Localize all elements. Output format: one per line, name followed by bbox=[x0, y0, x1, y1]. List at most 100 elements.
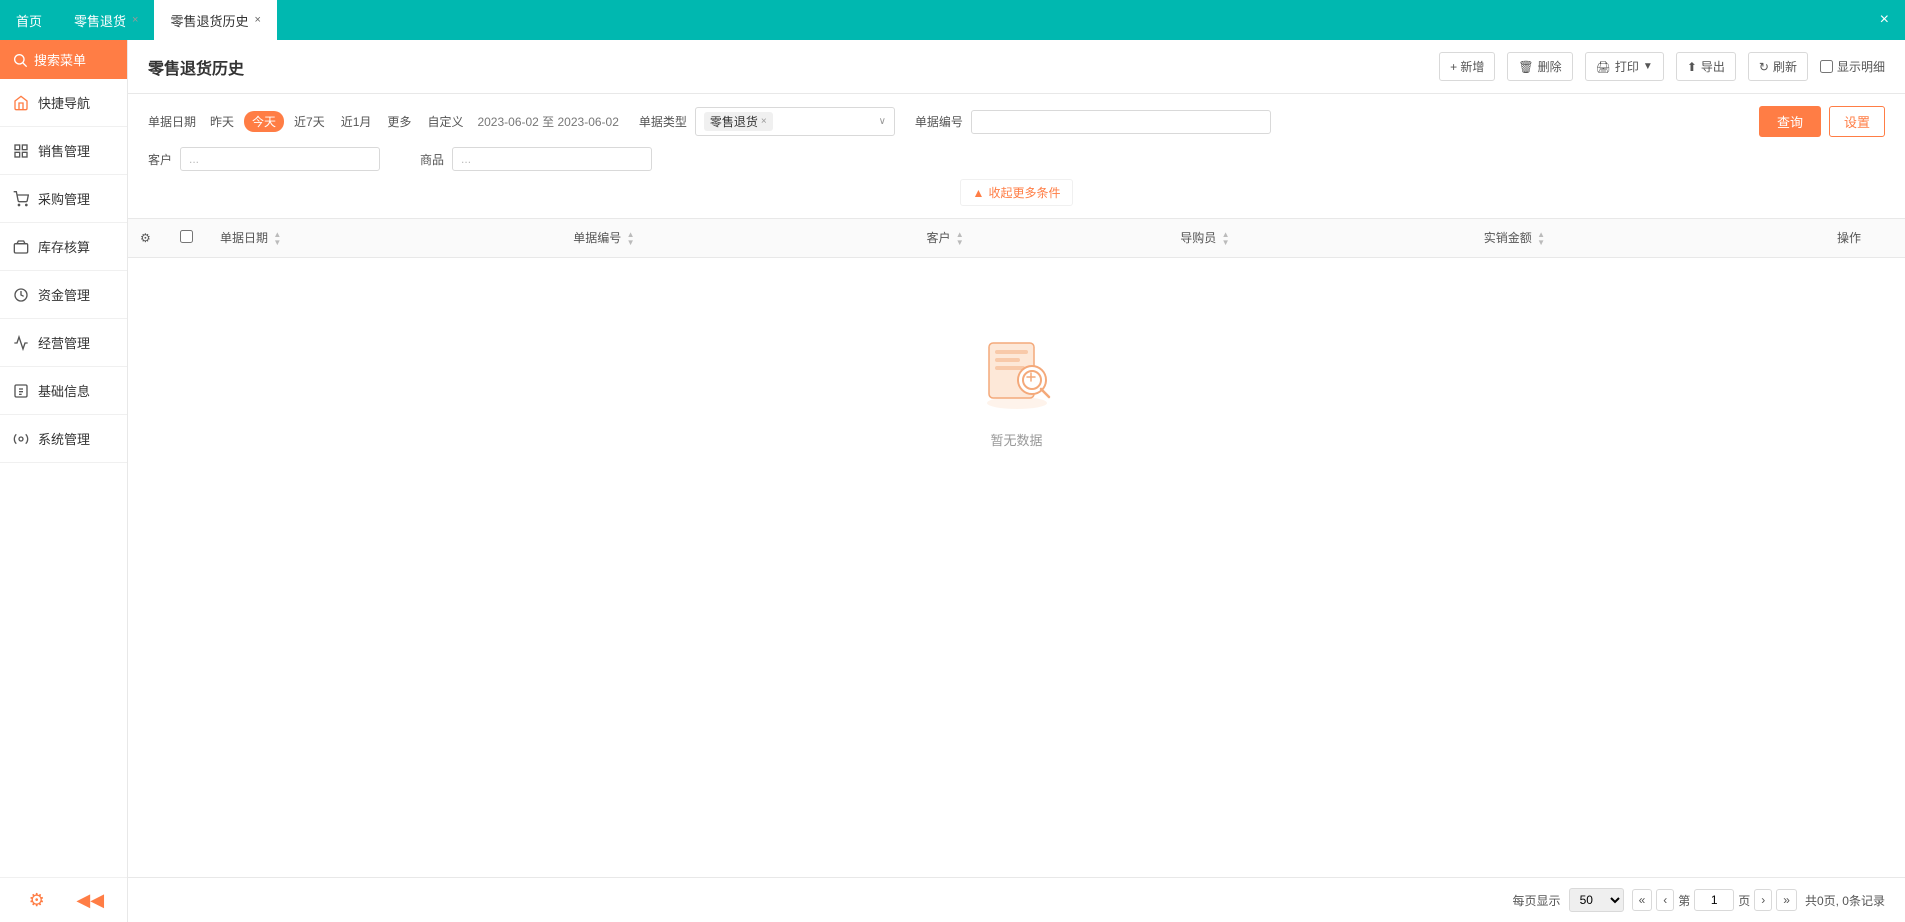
tab-home[interactable]: 首页 bbox=[0, 0, 58, 40]
sort-guide-icon[interactable]: ▲▼ bbox=[1222, 231, 1230, 247]
show-detail-checkbox[interactable] bbox=[1820, 60, 1833, 73]
page-title: 零售退货历史 bbox=[148, 55, 244, 79]
sort-amount-icon[interactable]: ▲▼ bbox=[1537, 231, 1545, 247]
sidebar-item-base-info[interactable]: 基础信息 bbox=[0, 367, 127, 415]
collapse-wrapper: ▲ 收起更多条件 bbox=[148, 179, 1885, 206]
pagination-bar: 每页显示 20 50 100 « ‹ 第 页 › » 共0页, 0条记录 bbox=[128, 877, 1905, 922]
table-container: ⚙ 单据日期 ▲▼ 单据编号 ▲▼ bbox=[128, 219, 1905, 877]
col-checkbox bbox=[168, 219, 208, 257]
filter-row-2: 客户 商品 bbox=[148, 147, 1885, 171]
settings-gear-icon[interactable]: ⚙ bbox=[25, 888, 49, 912]
page-input[interactable] bbox=[1694, 889, 1734, 911]
date-btn-yesterday[interactable]: 昨天 bbox=[204, 111, 240, 132]
date-btn-1month[interactable]: 近1月 bbox=[335, 111, 378, 132]
query-actions: 查询 设置 bbox=[1759, 106, 1885, 137]
data-table: ⚙ 单据日期 ▲▼ 单据编号 ▲▼ bbox=[128, 219, 1905, 509]
date-btn-custom[interactable]: 自定义 bbox=[421, 111, 469, 132]
purchase-icon bbox=[12, 190, 30, 208]
delete-button[interactable]: 🗑 删除 bbox=[1507, 52, 1572, 81]
export-icon: ⬆ bbox=[1687, 60, 1697, 74]
header-actions: + 新增 🗑 删除 🖨 打印 ▼ ⬆ 导出 ↻ 刷新 bbox=[1439, 52, 1885, 81]
tab-close-retail-return-history[interactable]: × bbox=[254, 14, 260, 26]
sidebar-toggle-icon[interactable]: ◀◀ bbox=[78, 888, 102, 912]
sidebar-item-purchase[interactable]: 采购管理 bbox=[0, 175, 127, 223]
sidebar-item-inventory[interactable]: 库存核算 bbox=[0, 223, 127, 271]
page-label: 第 bbox=[1678, 892, 1690, 909]
tab-retail-return-history[interactable]: 零售退货历史 × bbox=[154, 0, 276, 40]
finance-icon bbox=[12, 286, 30, 304]
sidebar: 搜索菜单 快捷导航 销售管理 采购管理 库存核算 bbox=[0, 40, 128, 922]
sort-date-icon[interactable]: ▲▼ bbox=[273, 231, 281, 247]
next-page-button[interactable]: › bbox=[1754, 889, 1772, 911]
date-filter: 单据日期 昨天 今天 近7天 近1月 更多 自定义 2023-06-02 至 2… bbox=[148, 111, 619, 132]
table-settings-icon[interactable]: ⚙ bbox=[140, 231, 151, 245]
sidebar-item-system[interactable]: 系统管理 bbox=[0, 415, 127, 463]
date-btn-today[interactable]: 今天 bbox=[244, 111, 284, 132]
search-menu-button[interactable]: 搜索菜单 bbox=[0, 40, 127, 79]
filter-row-1: 单据日期 昨天 今天 近7天 近1月 更多 自定义 2023-06-02 至 2… bbox=[148, 106, 1885, 137]
sidebar-item-business[interactable]: 经营管理 bbox=[0, 319, 127, 367]
window-close-button[interactable]: × bbox=[1864, 11, 1905, 29]
sort-customer-icon[interactable]: ▲▼ bbox=[956, 231, 964, 247]
sidebar-item-sales[interactable]: 销售管理 bbox=[0, 127, 127, 175]
total-text: 共0页, 0条记录 bbox=[1805, 892, 1885, 909]
select-all-checkbox[interactable] bbox=[180, 230, 193, 243]
collapse-button[interactable]: ▲ 收起更多条件 bbox=[960, 179, 1074, 206]
new-button[interactable]: + 新增 bbox=[1439, 52, 1495, 81]
table-wrapper: ⚙ 单据日期 ▲▼ 单据编号 ▲▼ bbox=[128, 219, 1905, 922]
empty-state-row: 暂无数据 bbox=[128, 257, 1905, 509]
voucher-no-filter: 单据编号 bbox=[915, 110, 1271, 134]
tab-list: 首页 零售退货 × 零售退货历史 × bbox=[0, 0, 1864, 40]
empty-state: 暂无数据 bbox=[128, 258, 1905, 509]
last-page-button[interactable]: » bbox=[1776, 889, 1797, 911]
print-dropdown-arrow: ▼ bbox=[1643, 61, 1653, 72]
first-page-button[interactable]: « bbox=[1632, 889, 1653, 911]
inventory-icon bbox=[12, 238, 30, 256]
sidebar-item-finance[interactable]: 资金管理 bbox=[0, 271, 127, 319]
export-button[interactable]: ⬆ 导出 bbox=[1676, 52, 1736, 81]
content-area: 零售退货历史 + 新增 🗑 删除 🖨 打印 ▼ ⬆ 导出 ↻ bbox=[128, 40, 1905, 922]
table-header-row: ⚙ 单据日期 ▲▼ 单据编号 ▲▼ bbox=[128, 219, 1905, 257]
date-btn-7days[interactable]: 近7天 bbox=[288, 111, 331, 132]
setting-button[interactable]: 设置 bbox=[1829, 106, 1885, 137]
tab-close-retail-return[interactable]: × bbox=[132, 14, 138, 26]
page-unit: 页 bbox=[1738, 892, 1750, 909]
date-btn-more[interactable]: 更多 bbox=[381, 111, 417, 132]
page-nav: « ‹ 第 页 › » bbox=[1632, 889, 1797, 911]
sidebar-item-quick-nav[interactable]: 快捷导航 bbox=[0, 79, 127, 127]
col-guide: 导购员 ▲▼ bbox=[1168, 219, 1472, 257]
collapse-arrow-icon: ▲ bbox=[973, 186, 985, 200]
customer-input[interactable] bbox=[180, 147, 380, 171]
table-body: 暂无数据 bbox=[128, 257, 1905, 509]
empty-text: 暂无数据 bbox=[990, 430, 1042, 449]
col-settings: ⚙ bbox=[128, 219, 168, 257]
prev-page-button[interactable]: ‹ bbox=[1656, 889, 1674, 911]
voucher-type-tag-close[interactable]: × bbox=[761, 116, 767, 127]
query-button[interactable]: 查询 bbox=[1759, 106, 1821, 137]
voucher-type-dropdown-icon: ∨ bbox=[879, 116, 886, 127]
voucher-type-select[interactable]: 零售退货 × ∨ bbox=[695, 107, 895, 136]
per-page-label: 每页显示 bbox=[1513, 892, 1561, 909]
sales-icon bbox=[12, 142, 30, 160]
tab-retail-return[interactable]: 零售退货 × bbox=[58, 0, 154, 40]
show-detail-checkbox-wrapper[interactable]: 显示明细 bbox=[1820, 58, 1885, 75]
col-amount: 实销金额 ▲▼ bbox=[1472, 219, 1825, 257]
delete-icon: 🗑 bbox=[1518, 60, 1533, 74]
voucher-no-input[interactable] bbox=[971, 110, 1271, 134]
refresh-button[interactable]: ↻ 刷新 bbox=[1748, 52, 1808, 81]
col-actions: 操作 bbox=[1825, 219, 1905, 257]
page-header: 零售退货历史 + 新增 🗑 删除 🖨 打印 ▼ ⬆ 导出 ↻ bbox=[128, 40, 1905, 94]
refresh-icon: ↻ bbox=[1759, 60, 1769, 74]
sort-no-icon[interactable]: ▲▼ bbox=[627, 231, 635, 247]
main-layout: 搜索菜单 快捷导航 销售管理 采购管理 库存核算 bbox=[0, 40, 1905, 922]
voucher-type-tag: 零售退货 × bbox=[704, 112, 773, 131]
search-icon bbox=[12, 52, 28, 68]
print-button[interactable]: 🖨 打印 ▼ bbox=[1585, 52, 1664, 81]
per-page-select[interactable]: 20 50 100 bbox=[1569, 888, 1624, 912]
print-icon: 🖨 bbox=[1596, 60, 1611, 74]
col-customer: 客户 ▲▼ bbox=[914, 219, 1168, 257]
empty-state-icon bbox=[967, 318, 1067, 418]
filter-area: 单据日期 昨天 今天 近7天 近1月 更多 自定义 2023-06-02 至 2… bbox=[128, 94, 1905, 219]
date-range-value: 2023-06-02 至 2023-06-02 bbox=[477, 113, 618, 130]
goods-input[interactable] bbox=[452, 147, 652, 171]
